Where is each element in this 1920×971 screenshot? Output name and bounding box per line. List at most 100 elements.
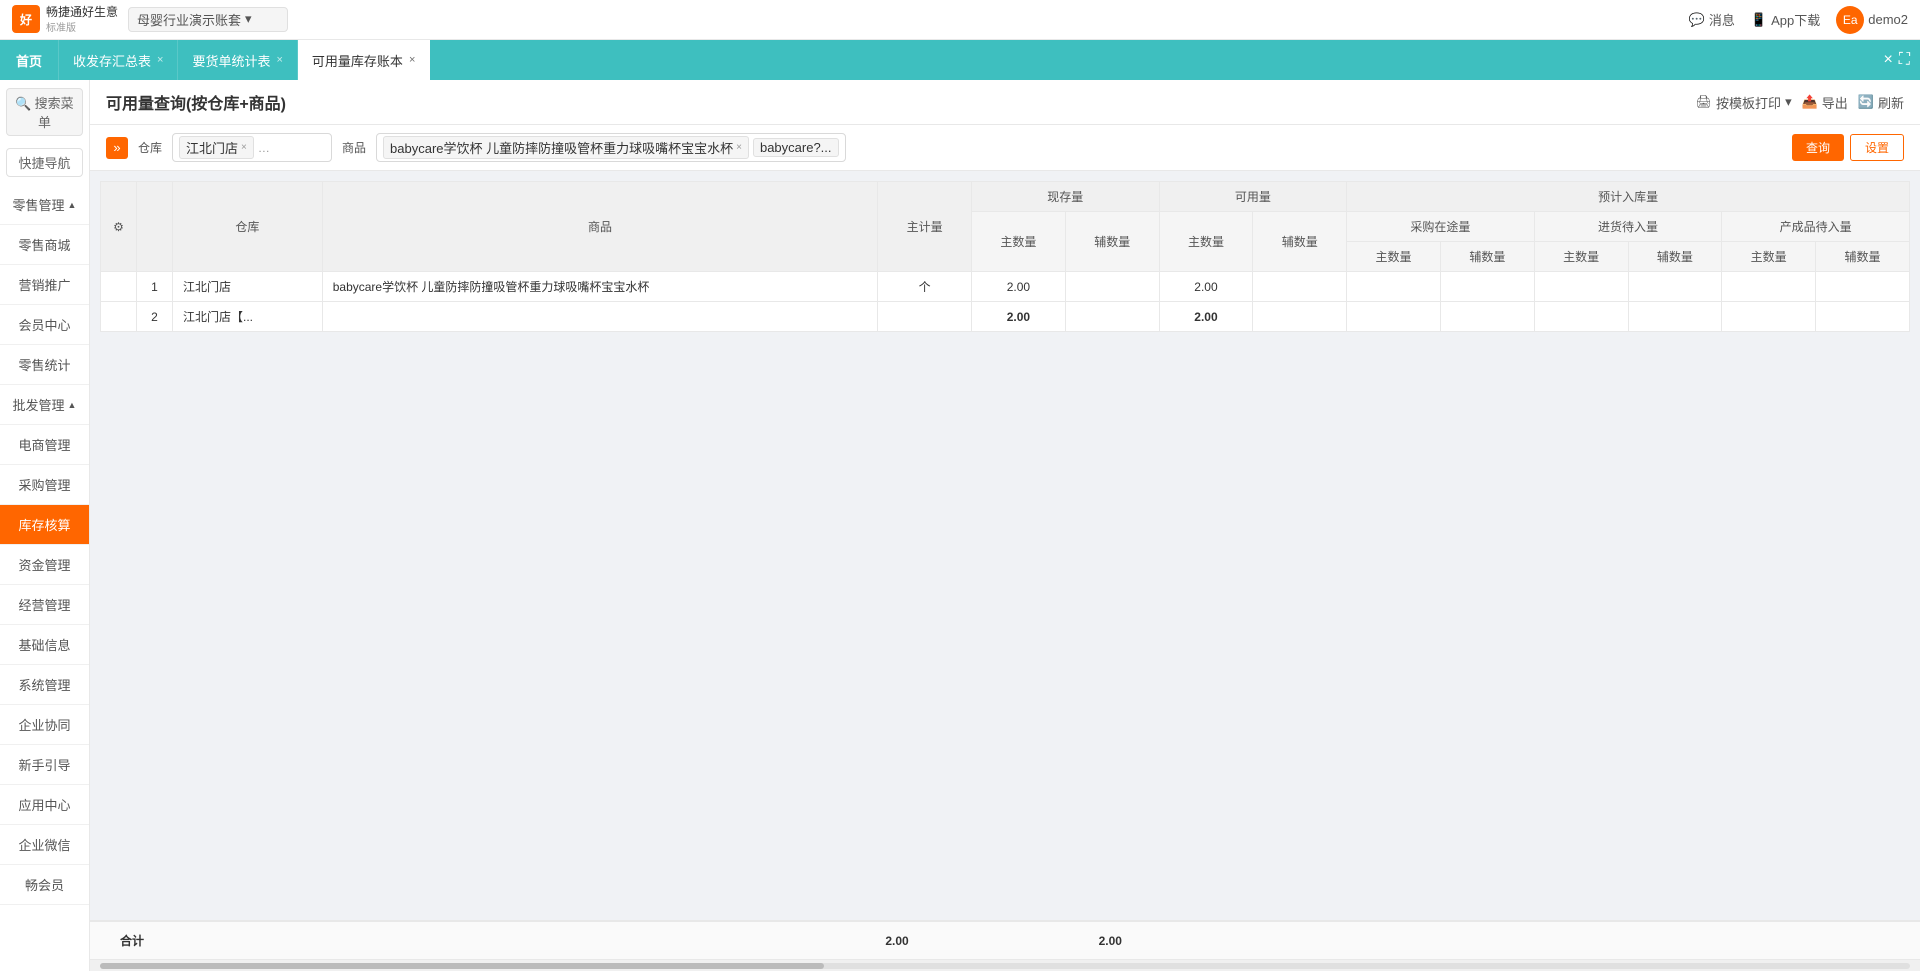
row2-incoming-main: [1534, 302, 1628, 332]
col-incoming-aux-header: 辅数量: [1628, 242, 1722, 272]
sidebar-item-retail-mall[interactable]: 零售商城: [0, 225, 89, 265]
total-purchase-main: [1270, 928, 1377, 953]
print-chevron-icon: ▾: [1785, 94, 1792, 110]
sidebar-item-purchase[interactable]: 采购管理: [0, 465, 89, 505]
data-table: ⚙ 仓库 商品 主计量 现存量 可用量 预计入库量 主数量 辅数量 主数量 辅数…: [100, 181, 1910, 332]
main-layout: 🔍 搜索菜单 快捷导航 零售管理 ▲ 零售商城 营销推广 会员中心 零售统计 批…: [0, 80, 1920, 971]
total-available-main: 2.00: [1057, 928, 1164, 953]
sidebar-item-marketing[interactable]: 营销推广: [0, 265, 89, 305]
sidebar-item-ecommerce[interactable]: 电商管理: [0, 425, 89, 465]
export-icon: 📤: [1802, 94, 1818, 110]
sidebar-search-btn[interactable]: 🔍 搜索菜单: [6, 88, 83, 136]
table-row: 1 江北门店 babycare学饮杯 儿童防摔防撞吸管杯重力球吸嘴杯宝宝水杯 个…: [101, 272, 1910, 302]
col-incoming-header: 进货待入量: [1534, 212, 1722, 242]
scroll-track[interactable]: [100, 963, 1910, 969]
row1-mainunit: 个: [878, 272, 972, 302]
tab-shoufacun[interactable]: 收发存汇总表 ×: [59, 40, 178, 80]
sidebar-item-member-center[interactable]: 会员中心: [0, 305, 89, 345]
sidebar-item-retail-mgmt[interactable]: 零售管理 ▲: [0, 185, 89, 225]
col-purchase-main-header: 主数量: [1347, 242, 1441, 272]
row2-settings: [101, 302, 137, 332]
row1-produced-main: [1722, 272, 1816, 302]
product-tag-1: babycare学饮杯 儿童防摔防撞吸管杯重力球吸嘴杯宝宝水杯 ×: [383, 136, 749, 159]
sidebar: 🔍 搜索菜单 快捷导航 零售管理 ▲ 零售商城 营销推广 会员中心 零售统计 批…: [0, 80, 90, 971]
export-btn[interactable]: 📤 导出: [1802, 93, 1848, 112]
product-label: 商品: [342, 139, 366, 156]
col-available-aux-header: 辅数量: [1253, 212, 1347, 272]
row2-currentstock-aux: [1065, 302, 1159, 332]
row1-product: babycare学饮杯 儿童防摔防撞吸管杯重力球吸嘴杯宝宝水杯: [322, 272, 878, 302]
chevron-down-icon: ▾: [245, 11, 252, 27]
row1-settings: [101, 272, 137, 302]
tab-keyongliang[interactable]: 可用量库存账本 ×: [298, 40, 430, 80]
total-currentstock-aux: [950, 928, 1057, 953]
logo-sub: 标准版: [46, 19, 118, 34]
col-purchase-header: 采购在途量: [1347, 212, 1535, 242]
sidebar-item-retail-stats[interactable]: 零售统计: [0, 345, 89, 385]
sidebar-quicknav-btn[interactable]: 快捷导航: [6, 148, 83, 177]
sidebar-item-app-center[interactable]: 应用中心: [0, 785, 89, 825]
top-bar: 好 畅捷通好生意 标准版 母婴行业演示账套 ▾ 💬 消息 📱 App下载 Ea …: [0, 0, 1920, 40]
user-btn[interactable]: Ea demo2: [1836, 6, 1908, 34]
tab-close-yaohuo[interactable]: ×: [276, 54, 282, 66]
filter-expand-btn[interactable]: »: [106, 137, 128, 159]
sidebar-item-system[interactable]: 系统管理: [0, 665, 89, 705]
row1-available-aux: [1253, 272, 1347, 302]
search-icon: 🔍: [15, 96, 31, 111]
total-row: 合计 2.00 2.00: [100, 928, 1910, 953]
col-available-main-header: 主数量: [1159, 212, 1253, 272]
product-tag-1-close[interactable]: ×: [736, 142, 742, 153]
content-area: 可用量查询(按仓库+商品) 🖨 按模板打印 ▾ 📤 导出 🔄 刷新: [90, 80, 1920, 971]
total-label: 合计: [100, 928, 156, 953]
tab-close-keyongliang[interactable]: ×: [409, 54, 415, 66]
total-row-table: 合计 2.00 2.00: [100, 928, 1910, 953]
app-download-btn[interactable]: 📱 App下载: [1751, 10, 1820, 29]
message-btn[interactable]: 💬 消息: [1689, 10, 1735, 29]
filter-actions: 查询 设置: [1792, 134, 1904, 161]
row1-no: 1: [137, 272, 173, 302]
sidebar-item-finance[interactable]: 资金管理: [0, 545, 89, 585]
query-button[interactable]: 查询: [1792, 134, 1844, 161]
refresh-icon: 🔄: [1858, 94, 1874, 110]
tab-yaohuo[interactable]: 要货单统计表 ×: [178, 40, 297, 80]
warehouse-tag-close[interactable]: ×: [241, 142, 247, 153]
sidebar-item-wechat[interactable]: 企业微信: [0, 825, 89, 865]
sidebar-item-basic-info[interactable]: 基础信息: [0, 625, 89, 665]
print-template-btn[interactable]: 🖨 按模板打印 ▾: [1696, 93, 1792, 112]
logo-icon: 好: [12, 5, 40, 33]
sidebar-item-operations[interactable]: 经营管理: [0, 585, 89, 625]
col-purchase-aux-header: 辅数量: [1440, 242, 1534, 272]
row2-incoming-aux: [1628, 302, 1722, 332]
sidebar-item-newbie-guide[interactable]: 新手引导: [0, 745, 89, 785]
sidebar-item-inventory[interactable]: 库存核算: [0, 505, 89, 545]
tab-home[interactable]: 首页: [0, 40, 59, 80]
tab-close-all-icon[interactable]: ×: [1883, 51, 1892, 69]
row1-purchase-main: [1347, 272, 1441, 302]
scroll-thumb[interactable]: [100, 963, 824, 969]
row1-incoming-aux: [1628, 272, 1722, 302]
product-filter-group[interactable]: babycare学饮杯 儿童防摔防撞吸管杯重力球吸嘴杯宝宝水杯 × babyca…: [376, 133, 845, 162]
col-settings-header: ⚙: [101, 182, 137, 272]
bottom-scrollbar[interactable]: [90, 959, 1920, 971]
total-purchase-aux: [1377, 928, 1484, 953]
row2-purchase-aux: [1440, 302, 1534, 332]
row2-currentstock-main: 2.00: [972, 302, 1066, 332]
row2-warehouse: 江北门店【...: [173, 302, 323, 332]
tab-close-shoufacun[interactable]: ×: [157, 54, 163, 66]
logo-text-block: 畅捷通好生意 标准版: [46, 5, 118, 34]
col-produced-aux-header: 辅数量: [1816, 242, 1910, 272]
warehouse-label: 仓库: [138, 139, 162, 156]
industry-select[interactable]: 母婴行业演示账套 ▾: [128, 7, 288, 32]
setting-button[interactable]: 设置: [1850, 134, 1904, 161]
total-incoming-aux: [1590, 928, 1697, 953]
sidebar-item-changhui[interactable]: 畅会员: [0, 865, 89, 905]
col-no-header: [137, 182, 173, 272]
sidebar-item-wholesale-mgmt[interactable]: 批发管理 ▲: [0, 385, 89, 425]
warehouse-filter-group[interactable]: 江北门店 × …: [172, 133, 332, 162]
sidebar-item-enterprise-collab[interactable]: 企业协同: [0, 705, 89, 745]
refresh-btn[interactable]: 🔄 刷新: [1858, 93, 1904, 112]
row1-currentstock-aux: [1065, 272, 1159, 302]
tab-maximize-icon[interactable]: ⛶: [1899, 51, 1910, 69]
table-container[interactable]: ⚙ 仓库 商品 主计量 现存量 可用量 预计入库量 主数量 辅数量 主数量 辅数…: [90, 171, 1920, 920]
avatar: Ea: [1836, 6, 1864, 34]
